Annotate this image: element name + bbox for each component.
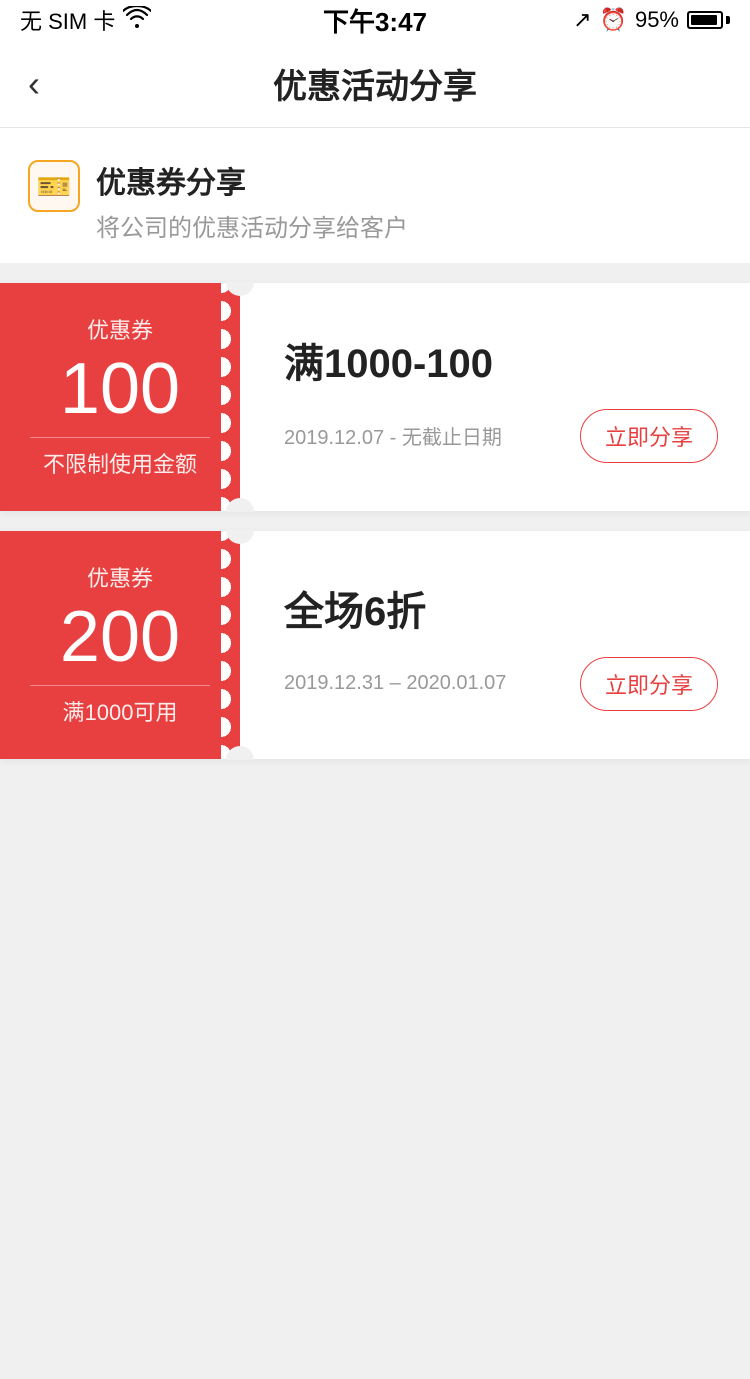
carrier-label: 无 SIM 卡: [20, 4, 115, 36]
coupon-right-2: 全场6折 2019.12.31 – 2020.01.07 立即分享: [240, 531, 750, 759]
share-button-1[interactable]: 立即分享: [580, 409, 718, 463]
coupon-value-1: 100: [60, 353, 180, 425]
status-right: ↗ ⏰ 95%: [573, 7, 730, 33]
coupon-card-2: 优惠券 200 满1000可用 全场6折 2019.12.31 – 2020.0…: [0, 531, 750, 759]
alarm-icon: ⏰: [600, 7, 627, 33]
nav-bar: ‹ 优惠活动分享: [0, 40, 750, 128]
coupon-card-1: 优惠券 100 不限制使用金额 满1000-100 2019.12.07 - 无…: [0, 283, 750, 511]
wifi-icon: [123, 6, 151, 34]
status-bar: 无 SIM 卡 下午3:47 ↗ ⏰ 95%: [0, 0, 750, 40]
section-text: 优惠券分享 将公司的优惠活动分享给客户: [96, 158, 408, 243]
share-button-2[interactable]: 立即分享: [580, 657, 718, 711]
coupon-section-icon: 🎫: [28, 160, 80, 212]
coupon-footer-1: 2019.12.07 - 无截止日期 立即分享: [284, 409, 718, 463]
coupon-name-1: 满1000-100: [284, 331, 718, 389]
coupon-left-2: 优惠券 200 满1000可用: [0, 531, 240, 759]
coupon-type-label-1: 优惠券: [87, 313, 153, 345]
coupon-date-1: 2019.12.07 - 无截止日期: [284, 421, 564, 450]
main-background: [0, 779, 750, 1379]
section-desc: 将公司的优惠活动分享给客户: [96, 208, 408, 243]
coupon-left-1: 优惠券 100 不限制使用金额: [0, 283, 240, 511]
coupon-condition-1: 不限制使用金额: [43, 450, 197, 481]
coupon-divider-1: [30, 437, 210, 438]
coupon-list: 优惠券 100 不限制使用金额 满1000-100 2019.12.07 - 无…: [0, 283, 750, 779]
coupon-divider-2: [30, 685, 210, 686]
coupon-date-2: 2019.12.31 – 2020.01.07: [284, 672, 564, 695]
section-header: 🎫 优惠券分享 将公司的优惠活动分享给客户: [0, 128, 750, 263]
page-title: 优惠活动分享: [273, 59, 477, 108]
status-left: 无 SIM 卡: [20, 4, 151, 36]
coupon-name-2: 全场6折: [284, 579, 718, 637]
battery-icon: [687, 11, 730, 29]
location-icon: ↗: [573, 7, 591, 33]
section-title: 优惠券分享: [96, 158, 408, 202]
battery-percent: 95%: [635, 7, 679, 33]
back-button[interactable]: ‹: [28, 66, 40, 102]
coupon-footer-2: 2019.12.31 – 2020.01.07 立即分享: [284, 657, 718, 711]
coupon-right-1: 满1000-100 2019.12.07 - 无截止日期 立即分享: [240, 283, 750, 511]
coupon-condition-2: 满1000可用: [63, 698, 178, 729]
time-display: 下午3:47: [323, 2, 427, 39]
coupon-type-label-2: 优惠券: [87, 561, 153, 593]
coupon-value-2: 200: [60, 601, 180, 673]
